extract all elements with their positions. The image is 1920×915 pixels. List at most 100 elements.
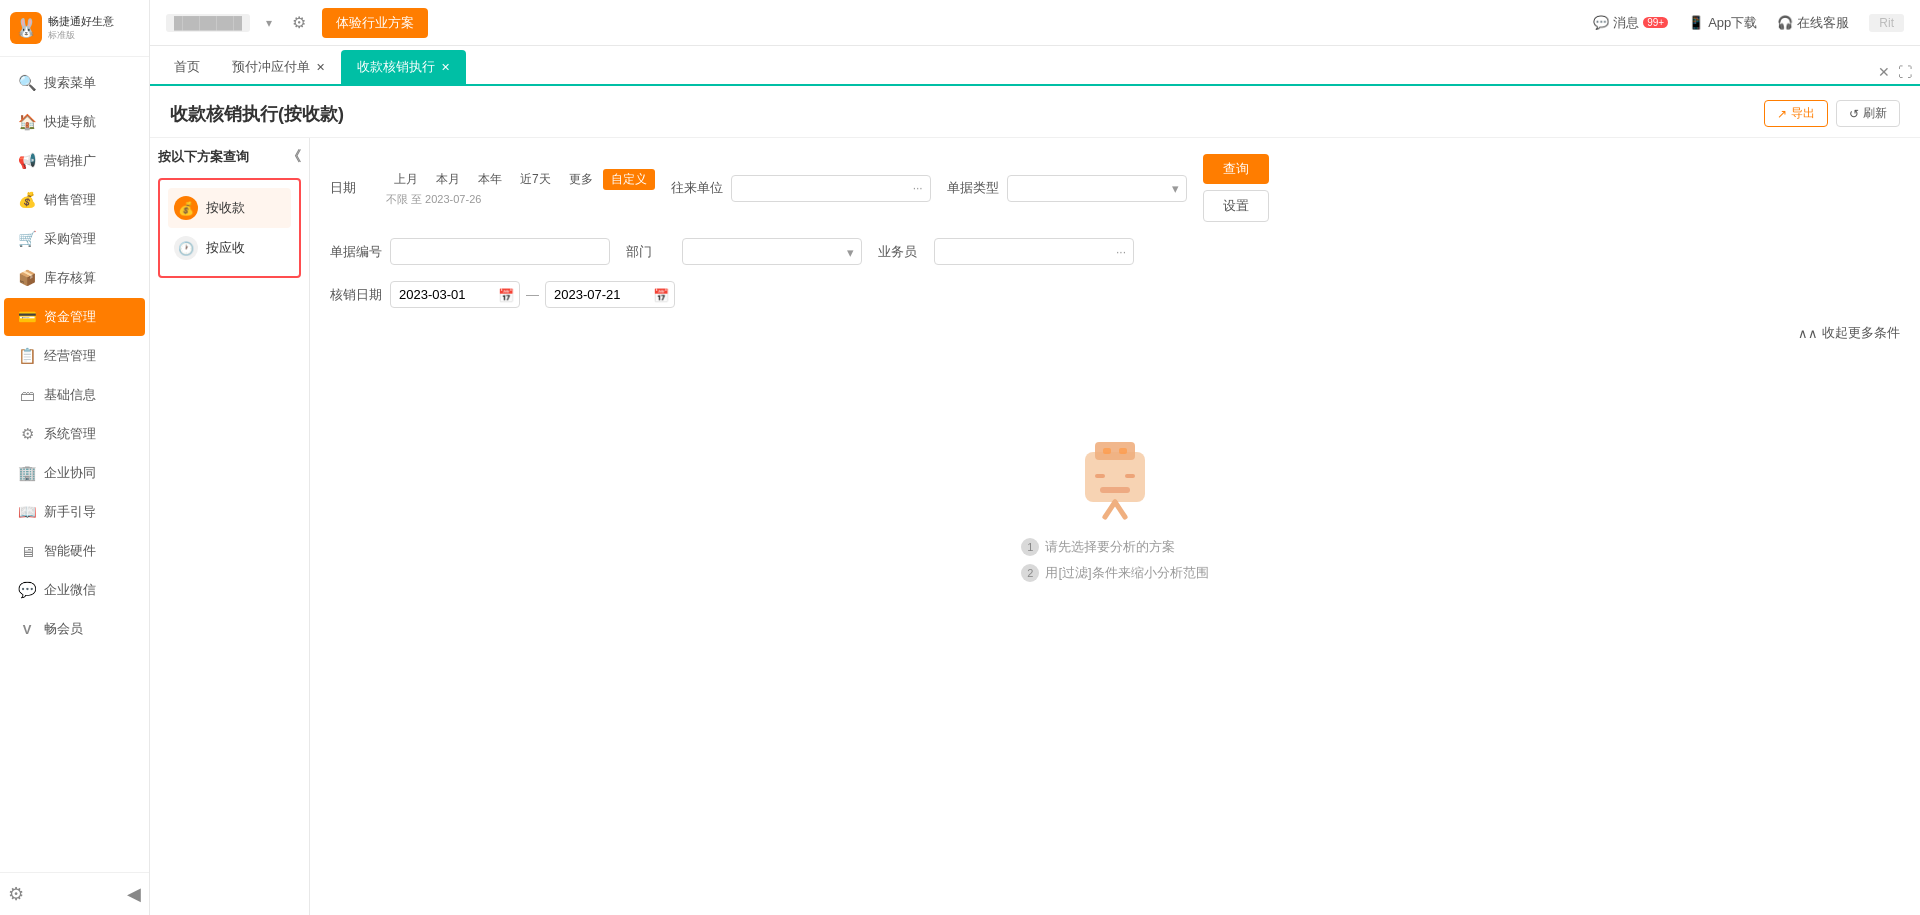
topbar-user[interactable]: Rit	[1869, 14, 1904, 32]
marketing-icon: 📢	[18, 152, 36, 170]
doc-type-label: 单据类型	[947, 179, 999, 197]
tip-text-2: 用[过滤]条件来缩小分析范围	[1045, 560, 1208, 586]
content-area: 按以下方案查询 《 💰 按收款 🕐 按应收 日期	[150, 138, 1920, 915]
department-select[interactable]	[682, 238, 862, 265]
query-button[interactable]: 查询	[1203, 154, 1269, 184]
home-icon: 🏠	[18, 113, 36, 131]
system-icon: ⚙	[18, 425, 36, 443]
filter-panel-title: 按以下方案查询	[158, 148, 249, 166]
date-options-wrap: 上月 本月 本年 近7天 更多 自定义 不限 至 2023-07-26	[386, 169, 655, 207]
date-opt-7days[interactable]: 近7天	[512, 169, 559, 190]
sidebar-item-basic[interactable]: 🗃 基础信息	[4, 376, 145, 414]
query-area: 日期 上月 本月 本年 近7天 更多 自定义 不限 至 2023-07-26	[310, 138, 1920, 915]
app-download-label: App下载	[1708, 14, 1757, 32]
tab-fullscreen-icon[interactable]: ⛶	[1898, 64, 1912, 80]
verify-date-field: 核销日期 —	[330, 281, 675, 308]
sidebar-item-business[interactable]: 📋 经营管理	[4, 337, 145, 375]
collapse-label: 收起更多条件	[1822, 324, 1900, 342]
sidebar-collapse-icon[interactable]: ◀	[127, 883, 141, 905]
sidebar-item-wechat[interactable]: 💬 企业微信	[4, 571, 145, 609]
sidebar-item-guide[interactable]: 📖 新手引导	[4, 493, 145, 531]
app-name: 畅捷通好生意	[48, 14, 114, 28]
sidebar-item-quicknav[interactable]: 🏠 快捷导航	[4, 103, 145, 141]
tab-label: 首页	[174, 58, 200, 76]
sidebar-item-system[interactable]: ⚙ 系统管理	[4, 415, 145, 453]
empty-illustration	[1065, 422, 1165, 522]
topbar-app-download[interactable]: 📱 App下载	[1688, 14, 1757, 32]
tab-label: 收款核销执行	[357, 58, 435, 76]
query-row-3: 核销日期 —	[330, 281, 1900, 308]
verify-date-end-input[interactable]	[545, 281, 675, 308]
sidebar-item-member[interactable]: V 畅会员	[4, 610, 145, 648]
funds-icon: 💳	[18, 308, 36, 326]
filter-collapse-icon[interactable]: 《	[287, 148, 301, 166]
svg-rect-1	[1095, 442, 1135, 460]
solution-button[interactable]: 体验行业方案	[322, 8, 428, 38]
sidebar-item-hardware[interactable]: 🖥 智能硬件	[4, 532, 145, 570]
counterpart-input[interactable]	[731, 175, 931, 202]
sidebar-item-label: 基础信息	[44, 386, 96, 404]
collapse-chevron-icon: ∧∧	[1798, 326, 1818, 341]
sidebar-item-funds[interactable]: 💳 资金管理	[4, 298, 145, 336]
svg-rect-2	[1103, 448, 1111, 454]
tab-home[interactable]: 首页	[158, 50, 216, 84]
topbar-gear-icon[interactable]: ⚙	[292, 13, 306, 32]
sidebar-item-marketing[interactable]: 📢 营销推广	[4, 142, 145, 180]
tab-close-icon[interactable]: ✕	[441, 61, 450, 74]
tab-collection[interactable]: 收款核销执行 ✕	[341, 50, 466, 84]
message-badge: 99+	[1643, 17, 1668, 28]
sidebar-settings-icon[interactable]: ⚙	[8, 883, 24, 905]
sidebar-item-label: 快捷导航	[44, 113, 96, 131]
topbar-right: 💬 消息 99+ 📱 App下载 🎧 在线客服 Rit	[1593, 14, 1904, 32]
empty-state: 1 请先选择要分析的方案 2 用[过滤]条件来缩小分析范围	[330, 342, 1900, 666]
date-options: 上月 本月 本年 近7天 更多 自定义	[386, 169, 655, 190]
date-custom-badge[interactable]: 自定义	[603, 169, 655, 190]
sidebar-item-purchase[interactable]: 🛒 采购管理	[4, 220, 145, 258]
basic-icon: 🗃	[18, 387, 36, 404]
date-opt-last-month[interactable]: 上月	[386, 169, 426, 190]
date-opt-this-year[interactable]: 本年	[470, 169, 510, 190]
sidebar-item-enterprise[interactable]: 🏢 企业协同	[4, 454, 145, 492]
verify-date-start-input[interactable]	[390, 281, 520, 308]
topbar-chevron-icon[interactable]: ▾	[266, 16, 272, 30]
tab-close-icon[interactable]: ✕	[316, 61, 325, 74]
collapse-more-conditions[interactable]: ∧∧ 收起更多条件	[330, 324, 1900, 342]
salesperson-input-wrap	[934, 238, 1134, 265]
topbar-message[interactable]: 💬 消息 99+	[1593, 14, 1668, 32]
sidebar-item-label: 搜索菜单	[44, 74, 96, 92]
filter-panel-header: 按以下方案查询 《	[158, 148, 301, 166]
date-opt-this-month[interactable]: 本月	[428, 169, 468, 190]
settings-button[interactable]: 设置	[1203, 190, 1269, 222]
main-content: ████████ ▾ ⚙ 体验行业方案 💬 消息 99+ 📱 App下载 🎧 在…	[150, 0, 1920, 915]
doc-number-input[interactable]	[390, 238, 610, 265]
sidebar-item-label: 经营管理	[44, 347, 96, 365]
page-header-actions: ↗ 导出 ↺ 刷新	[1764, 100, 1900, 137]
topbar-brand: ████████	[166, 14, 250, 32]
query-actions: 查询 设置	[1203, 154, 1269, 222]
refresh-button[interactable]: ↺ 刷新	[1836, 100, 1900, 127]
logo-text-wrap: 畅捷通好生意 标准版	[48, 14, 114, 41]
sidebar-item-search[interactable]: 🔍 搜索菜单	[4, 64, 145, 102]
svg-rect-6	[1100, 487, 1130, 493]
department-field: 部门	[626, 238, 862, 265]
export-button[interactable]: ↗ 导出	[1764, 100, 1828, 127]
date-no-limit: 不限 至 2023-07-26	[386, 192, 655, 207]
sidebar-item-label: 新手引导	[44, 503, 96, 521]
sidebar-item-label: 销售管理	[44, 191, 96, 209]
filter-option-by-receivable[interactable]: 🕐 按应收	[168, 228, 291, 268]
sidebar-item-sales[interactable]: 💰 销售管理	[4, 181, 145, 219]
topbar-online-service[interactable]: 🎧 在线客服	[1777, 14, 1849, 32]
date-opt-more[interactable]: 更多	[561, 169, 601, 190]
tip-num-1: 1	[1021, 538, 1039, 556]
tab-close-all-icon[interactable]: ✕	[1878, 64, 1890, 80]
verify-date-label: 核销日期	[330, 286, 382, 304]
tab-prepay[interactable]: 预付冲应付单 ✕	[216, 50, 341, 84]
tip-text-1: 请先选择要分析的方案	[1045, 534, 1175, 560]
sidebar-item-inventory[interactable]: 📦 库存核算	[4, 259, 145, 297]
salesperson-input[interactable]	[934, 238, 1134, 265]
filter-options-box: 💰 按收款 🕐 按应收	[158, 178, 301, 278]
filter-option-by-collection[interactable]: 💰 按收款	[168, 188, 291, 228]
svg-line-8	[1115, 502, 1125, 517]
doc-type-select[interactable]	[1007, 175, 1187, 202]
svg-rect-3	[1119, 448, 1127, 454]
